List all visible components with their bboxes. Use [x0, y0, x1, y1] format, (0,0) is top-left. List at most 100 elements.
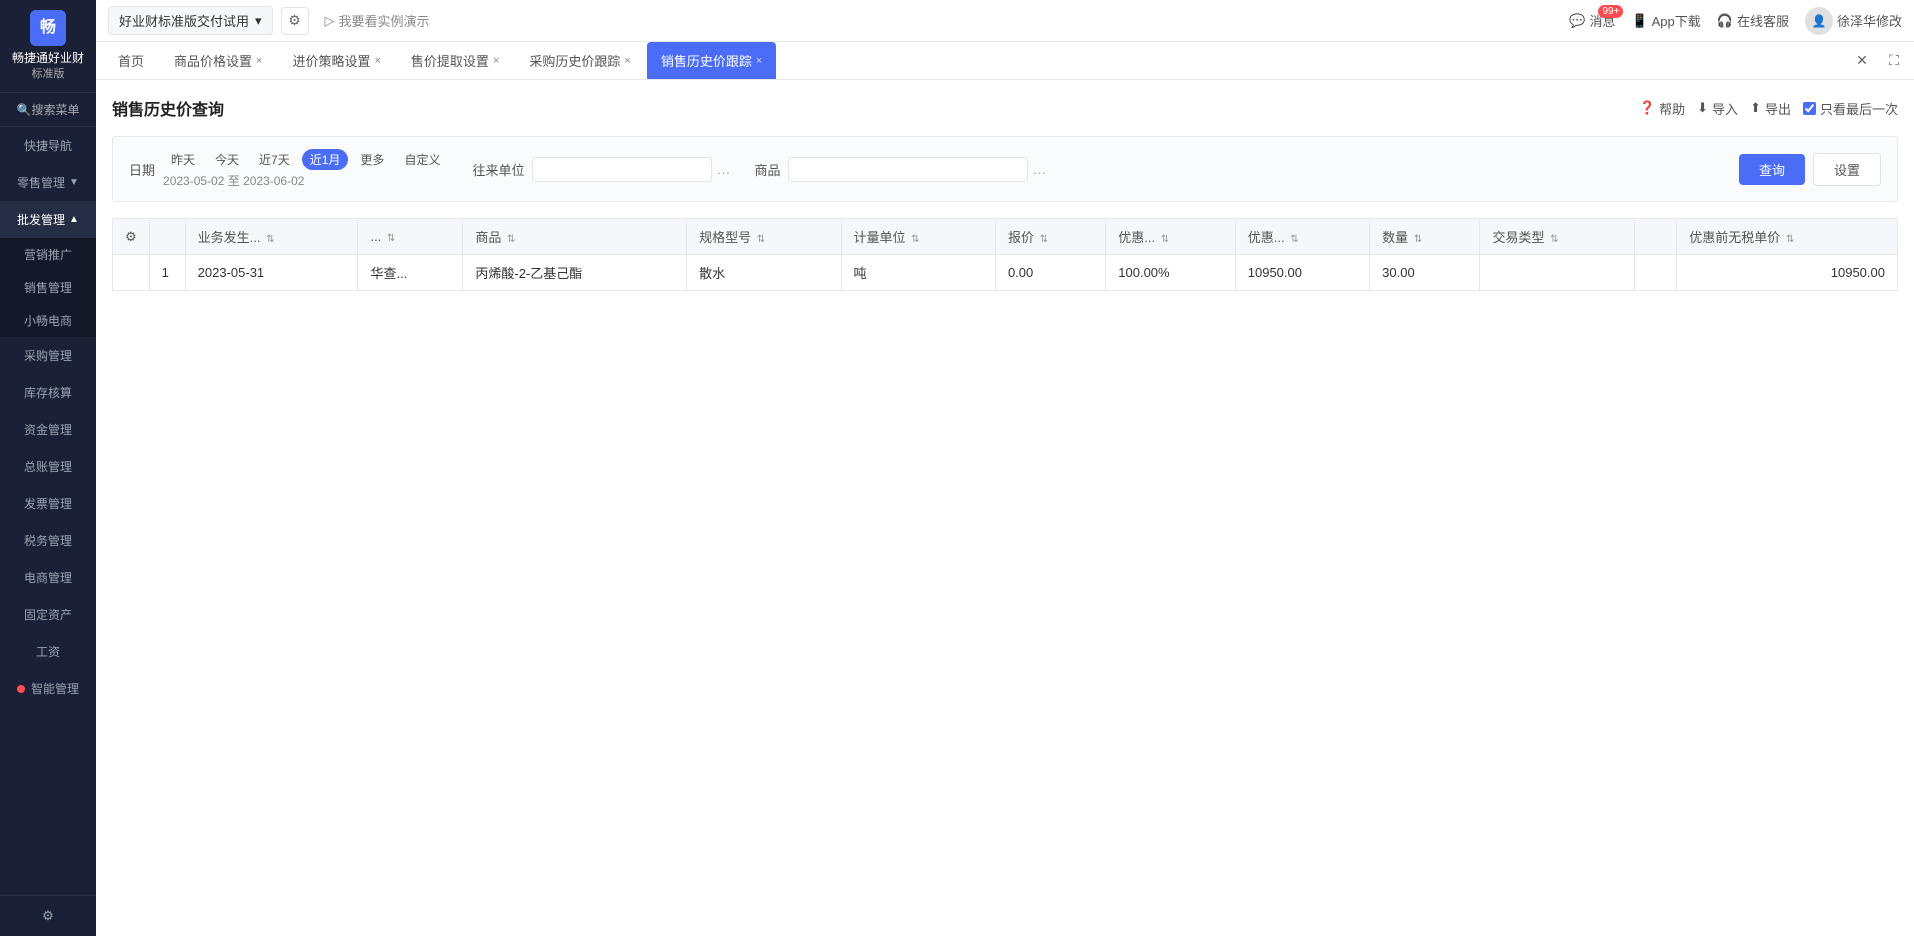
col-header-spec[interactable]: 规格型号 ⇅ — [687, 219, 841, 255]
sort-trade-type-icon: ⇅ — [1550, 234, 1558, 245]
sidebar-item-ledger[interactable]: 总账管理 — [0, 448, 96, 485]
col-header-more[interactable]: ... ⇅ — [358, 219, 463, 255]
retail-arrow-icon: ▼ — [69, 177, 79, 188]
sidebar-item-salary[interactable]: 工资 — [0, 633, 96, 670]
product-filter-label: 商品 — [754, 160, 780, 179]
tab-home[interactable]: 首页 — [104, 42, 158, 80]
col-biz-date-label: 业务发生... — [198, 230, 261, 245]
date-range-display: 2023-05-02 至 2023-06-02 — [163, 172, 448, 189]
sidebar-item-inventory[interactable]: 库存核算 — [0, 374, 96, 411]
date-opt-more[interactable]: 更多 — [352, 149, 392, 170]
sort-discount1-icon: ⇅ — [1161, 234, 1169, 245]
cell-seq: 1 — [149, 255, 185, 291]
sidebar-item-marketing[interactable]: 营销推广 — [0, 238, 96, 271]
sidebar-item-retail[interactable]: 零售管理 ▼ — [0, 164, 96, 201]
sidebar-item-invoice-label: 发票管理 — [24, 495, 72, 512]
date-opt-last1m[interactable]: 近1月 — [302, 149, 349, 170]
only-last-input[interactable] — [1803, 102, 1816, 115]
filter-bar: 日期 昨天 今天 近7天 近1月 更多 自定义 2023-05-02 至 202… — [112, 136, 1898, 202]
tab-price-settings[interactable]: 商品价格设置 × — [160, 42, 276, 80]
sidebar-item-quick-nav[interactable]: 快捷导航 — [0, 127, 96, 164]
sidebar-item-smart[interactable]: 智能管理 — [0, 670, 96, 707]
messages-btn[interactable]: 💬 消息 99+ — [1569, 11, 1615, 30]
tabbar: 首页 商品价格设置 × 进价策略设置 × 售价提取设置 × 采购历史价跟踪 × … — [96, 42, 1914, 80]
import-btn[interactable]: ⬇ 导入 — [1697, 99, 1738, 118]
window-close-btn[interactable]: ✕ — [1850, 49, 1874, 73]
col-header-biz-date[interactable]: 业务发生... ⇅ — [185, 219, 358, 255]
tab-sale-history-close[interactable]: × — [756, 55, 762, 67]
col-header-discount2[interactable]: 优惠... ⇅ — [1235, 219, 1369, 255]
sidebar-item-ecommerce[interactable]: 电商管理 — [0, 559, 96, 596]
tab-purchase-strategy[interactable]: 进价策略设置 × — [278, 42, 394, 80]
col-header-product[interactable]: 商品 ⇅ — [463, 219, 687, 255]
settings-button[interactable]: 设置 — [1813, 153, 1881, 186]
product-more-icon[interactable]: … — [1032, 161, 1046, 177]
sort-unit-icon: ⇅ — [911, 234, 919, 245]
source-input[interactable] — [532, 157, 712, 182]
source-more-icon[interactable]: … — [716, 161, 730, 177]
sidebar-item-assets[interactable]: 固定资产 — [0, 596, 96, 633]
username-label: 徐泽华修改 — [1837, 11, 1902, 30]
tab-sale-extract[interactable]: 售价提取设置 × — [397, 42, 513, 80]
sidebar-search-item[interactable]: 🔍 搜索菜单 — [0, 93, 96, 127]
sidebar-item-ledger-label: 总账管理 — [24, 458, 72, 475]
sidebar: 畅 畅捷通好业财 标准版 🔍 搜索菜单 快捷导航 零售管理 ▼ 批发管理 ▲ 营… — [0, 0, 96, 936]
cell-spec: 散水 — [687, 255, 841, 291]
sidebar-item-sales[interactable]: 销售管理 — [0, 271, 96, 304]
only-last-checkbox[interactable]: 只看最后一次 — [1803, 99, 1898, 118]
query-button[interactable]: 查询 — [1739, 154, 1805, 185]
page-actions: ❓ 帮助 ⬇ 导入 ⬆ 导出 只看最后一次 — [1639, 99, 1898, 118]
product-input[interactable] — [788, 157, 1028, 182]
tab-purchase-strategy-close[interactable]: × — [374, 55, 380, 67]
col-header-discount1[interactable]: 优惠... ⇅ — [1106, 219, 1235, 255]
cell-biz-date: 2023-05-31 — [185, 255, 358, 291]
col-header-price[interactable]: 报价 ⇅ — [995, 219, 1105, 255]
col-header-seq — [149, 219, 185, 255]
window-maximize-btn[interactable]: ⛶ — [1882, 49, 1906, 73]
col-quantity-label: 数量 — [1382, 230, 1408, 245]
col-header-trade-type[interactable]: 交易类型 ⇅ — [1480, 219, 1634, 255]
help-btn[interactable]: ❓ 帮助 — [1639, 99, 1685, 118]
date-opt-last7[interactable]: 近7天 — [251, 149, 298, 170]
sidebar-item-retail-label: 零售管理 — [17, 174, 65, 191]
sidebar-item-ecommerce-small[interactable]: 小畅电商 — [0, 304, 96, 337]
sidebar-settings-btn[interactable]: ⚙ — [0, 895, 96, 936]
col-header-settings[interactable]: ⚙ — [113, 219, 150, 255]
sidebar-item-purchase-label: 采购管理 — [24, 347, 72, 364]
sidebar-item-tax-label: 税务管理 — [24, 532, 72, 549]
sort-product-icon: ⇅ — [507, 234, 515, 245]
col-header-unit[interactable]: 计量单位 ⇅ — [841, 219, 995, 255]
sidebar-item-funds[interactable]: 资金管理 — [0, 411, 96, 448]
sidebar-item-smart-label: 智能管理 — [31, 680, 79, 697]
online-service-btn[interactable]: 🎧 在线客服 — [1717, 11, 1789, 30]
date-opt-yesterday[interactable]: 昨天 — [163, 149, 203, 170]
date-opt-custom[interactable]: 自定义 — [396, 149, 448, 170]
sidebar-item-invoice[interactable]: 发票管理 — [0, 485, 96, 522]
export-btn[interactable]: ⬆ 导出 — [1750, 99, 1791, 118]
tab-purchase-history-close[interactable]: × — [624, 55, 630, 67]
tab-sale-history[interactable]: 销售历史价跟踪 × — [647, 42, 776, 80]
workspace-selector[interactable]: 好业财标准版交付试用 ▾ — [108, 6, 273, 35]
tab-purchase-history[interactable]: 采购历史价跟踪 × — [515, 42, 644, 80]
sidebar-logo: 畅 畅捷通好业财 标准版 — [0, 0, 96, 93]
col-unit-label: 计量单位 — [854, 230, 906, 245]
filter-actions: 查询 设置 — [1739, 153, 1881, 186]
date-filter-group: 日期 昨天 今天 近7天 近1月 更多 自定义 2023-05-02 至 202… — [129, 149, 448, 189]
sidebar-item-wholesale[interactable]: 批发管理 ▲ — [0, 201, 96, 238]
app-download-btn[interactable]: 📱 App下载 — [1631, 11, 1700, 30]
topbar-settings-button[interactable]: ⚙ — [281, 7, 309, 35]
tab-purchase-strategy-label: 进价策略设置 — [292, 51, 370, 70]
date-opt-today[interactable]: 今天 — [207, 149, 247, 170]
col-header-quantity[interactable]: 数量 ⇅ — [1370, 219, 1480, 255]
user-profile-btn[interactable]: 👤 徐泽华修改 — [1805, 7, 1902, 35]
sort-more-icon: ⇅ — [387, 233, 395, 244]
sidebar-item-tax[interactable]: 税务管理 — [0, 522, 96, 559]
help-icon: ❓ — [1639, 100, 1655, 116]
table-row[interactable]: 1 2023-05-31 华查... 丙烯酸-2-乙基己酯 散水 吨 0.00 … — [113, 255, 1898, 291]
col-header-pretax-price[interactable]: 优惠前无税单价 ⇅ — [1677, 219, 1898, 255]
tab-price-settings-close[interactable]: × — [256, 55, 262, 67]
demo-link[interactable]: ▷ 我要看实例演示 — [325, 11, 430, 30]
sort-biz-date-icon: ⇅ — [266, 234, 274, 245]
tab-sale-extract-close[interactable]: × — [493, 55, 499, 67]
sidebar-item-purchase[interactable]: 采购管理 — [0, 337, 96, 374]
